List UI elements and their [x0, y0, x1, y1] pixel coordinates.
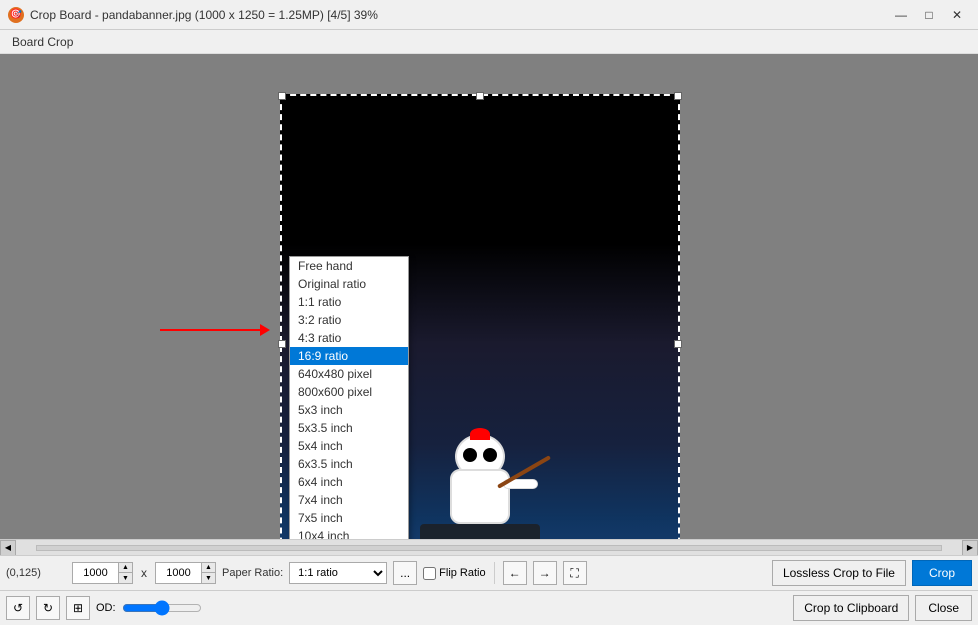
dropdown-item-7[interactable]: 800x600 pixel: [290, 383, 408, 401]
dropdown-item-14[interactable]: 7x5 inch: [290, 509, 408, 527]
panda-arm: [503, 479, 538, 489]
dropdown-item-3[interactable]: 3:2 ratio: [290, 311, 408, 329]
grid-button[interactable]: ⊞: [66, 596, 90, 620]
flip-ratio-checkbox[interactable]: [423, 567, 436, 580]
window-title: Crop Board - pandabanner.jpg (1000 x 125…: [30, 8, 378, 22]
panda-hat: [470, 428, 490, 440]
flip-ratio-checkbox-label[interactable]: Flip Ratio: [423, 567, 485, 580]
minimize-button[interactable]: —: [888, 4, 914, 26]
dropdown-item-6[interactable]: 640x480 pixel: [290, 365, 408, 383]
od-slider[interactable]: [122, 600, 202, 616]
panda-torso: [450, 469, 510, 524]
coordinates-display: (0,125): [6, 567, 66, 579]
canvas-area[interactable]: Free hand Original ratio 1:1 ratio 3:2 r…: [0, 54, 978, 539]
lossless-crop-button[interactable]: Lossless Crop to File: [772, 560, 906, 586]
app-icon: 🎯: [8, 7, 24, 23]
arrow-annotation: [160, 324, 270, 336]
dropdown-item-10[interactable]: 5x4 inch: [290, 437, 408, 455]
dropdown-item-8[interactable]: 5x3 inch: [290, 401, 408, 419]
dimension-separator: x: [139, 566, 149, 580]
panda-figure: [440, 434, 520, 524]
horizontal-scrollbar[interactable]: ◀ ▶: [0, 539, 978, 555]
dropdown-item-15[interactable]: 10x4 inch: [290, 527, 408, 539]
arrow-line: [160, 329, 260, 331]
panda-eye-left: [463, 448, 477, 462]
crop-button[interactable]: Crop: [912, 560, 972, 586]
height-decrement-button[interactable]: ▼: [201, 573, 215, 583]
paper-ratio-label: Paper Ratio:: [222, 567, 283, 579]
panda-stick: [497, 455, 551, 488]
bottom-toolbar-2: ↺ ↻ ⊞ OD: Crop to Clipboard Close: [0, 590, 978, 625]
dropdown-item-1[interactable]: Original ratio: [290, 275, 408, 293]
scroll-track[interactable]: [36, 545, 942, 551]
arrow-head: [260, 324, 270, 336]
arrow-right-button[interactable]: →: [533, 561, 557, 585]
titlebar-left: 🎯 Crop Board - pandabanner.jpg (1000 x 1…: [8, 7, 378, 23]
fullscreen-button[interactable]: ⛶: [563, 561, 587, 585]
width-spin-buttons: ▲ ▼: [118, 563, 132, 583]
maximize-button[interactable]: □: [916, 4, 942, 26]
panda-eye-right: [483, 448, 497, 462]
height-spin-buttons: ▲ ▼: [201, 563, 215, 583]
dropdown-item-4[interactable]: 4:3 ratio: [290, 329, 408, 347]
titlebar: 🎯 Crop Board - pandabanner.jpg (1000 x 1…: [0, 0, 978, 30]
width-increment-button[interactable]: ▲: [118, 563, 132, 573]
width-spinbox[interactable]: ▲ ▼: [72, 562, 133, 584]
close-button[interactable]: Close: [915, 595, 972, 621]
height-input[interactable]: [156, 563, 201, 583]
dropdown-item-11[interactable]: 6x3.5 inch: [290, 455, 408, 473]
flip-ratio-label: Flip Ratio: [439, 567, 485, 579]
scroll-right-button[interactable]: ▶: [962, 540, 978, 556]
panda-platform: [420, 524, 540, 539]
dropdown-item-13[interactable]: 7x4 inch: [290, 491, 408, 509]
dropdown-item-5[interactable]: 16:9 ratio: [290, 347, 408, 365]
menubar: Board Crop: [0, 30, 978, 54]
paper-ratio-select[interactable]: Free handOriginal ratio1:1 ratio3:2 rati…: [289, 562, 387, 584]
height-increment-button[interactable]: ▲: [201, 563, 215, 573]
menu-item-board-crop[interactable]: Board Crop: [4, 33, 81, 51]
arrow-left-button[interactable]: ←: [503, 561, 527, 585]
width-input[interactable]: [73, 563, 118, 583]
height-spinbox[interactable]: ▲ ▼: [155, 562, 216, 584]
rotate-cw-button[interactable]: ↻: [36, 596, 60, 620]
rotate-ccw-button[interactable]: ↺: [6, 596, 30, 620]
window-controls: — □ ✕: [888, 4, 970, 26]
ratio-dropdown-menu[interactable]: Free hand Original ratio 1:1 ratio 3:2 r…: [289, 256, 409, 539]
bottom-toolbar-1: (0,125) ▲ ▼ x ▲ ▼ Paper Ratio: Free hand…: [0, 555, 978, 590]
close-window-button[interactable]: ✕: [944, 4, 970, 26]
separator-1: [494, 562, 495, 584]
dropdown-item-2[interactable]: 1:1 ratio: [290, 293, 408, 311]
dropdown-item-0[interactable]: Free hand: [290, 257, 408, 275]
width-decrement-button[interactable]: ▼: [118, 573, 132, 583]
main-content: Free hand Original ratio 1:1 ratio 3:2 r…: [0, 54, 978, 555]
dropdown-item-12[interactable]: 6x4 inch: [290, 473, 408, 491]
od-label: OD:: [96, 602, 116, 614]
dropdown-item-9[interactable]: 5x3.5 inch: [290, 419, 408, 437]
scroll-left-button[interactable]: ◀: [0, 540, 16, 556]
more-options-button[interactable]: ...: [393, 561, 417, 585]
crop-to-clipboard-button[interactable]: Crop to Clipboard: [793, 595, 909, 621]
